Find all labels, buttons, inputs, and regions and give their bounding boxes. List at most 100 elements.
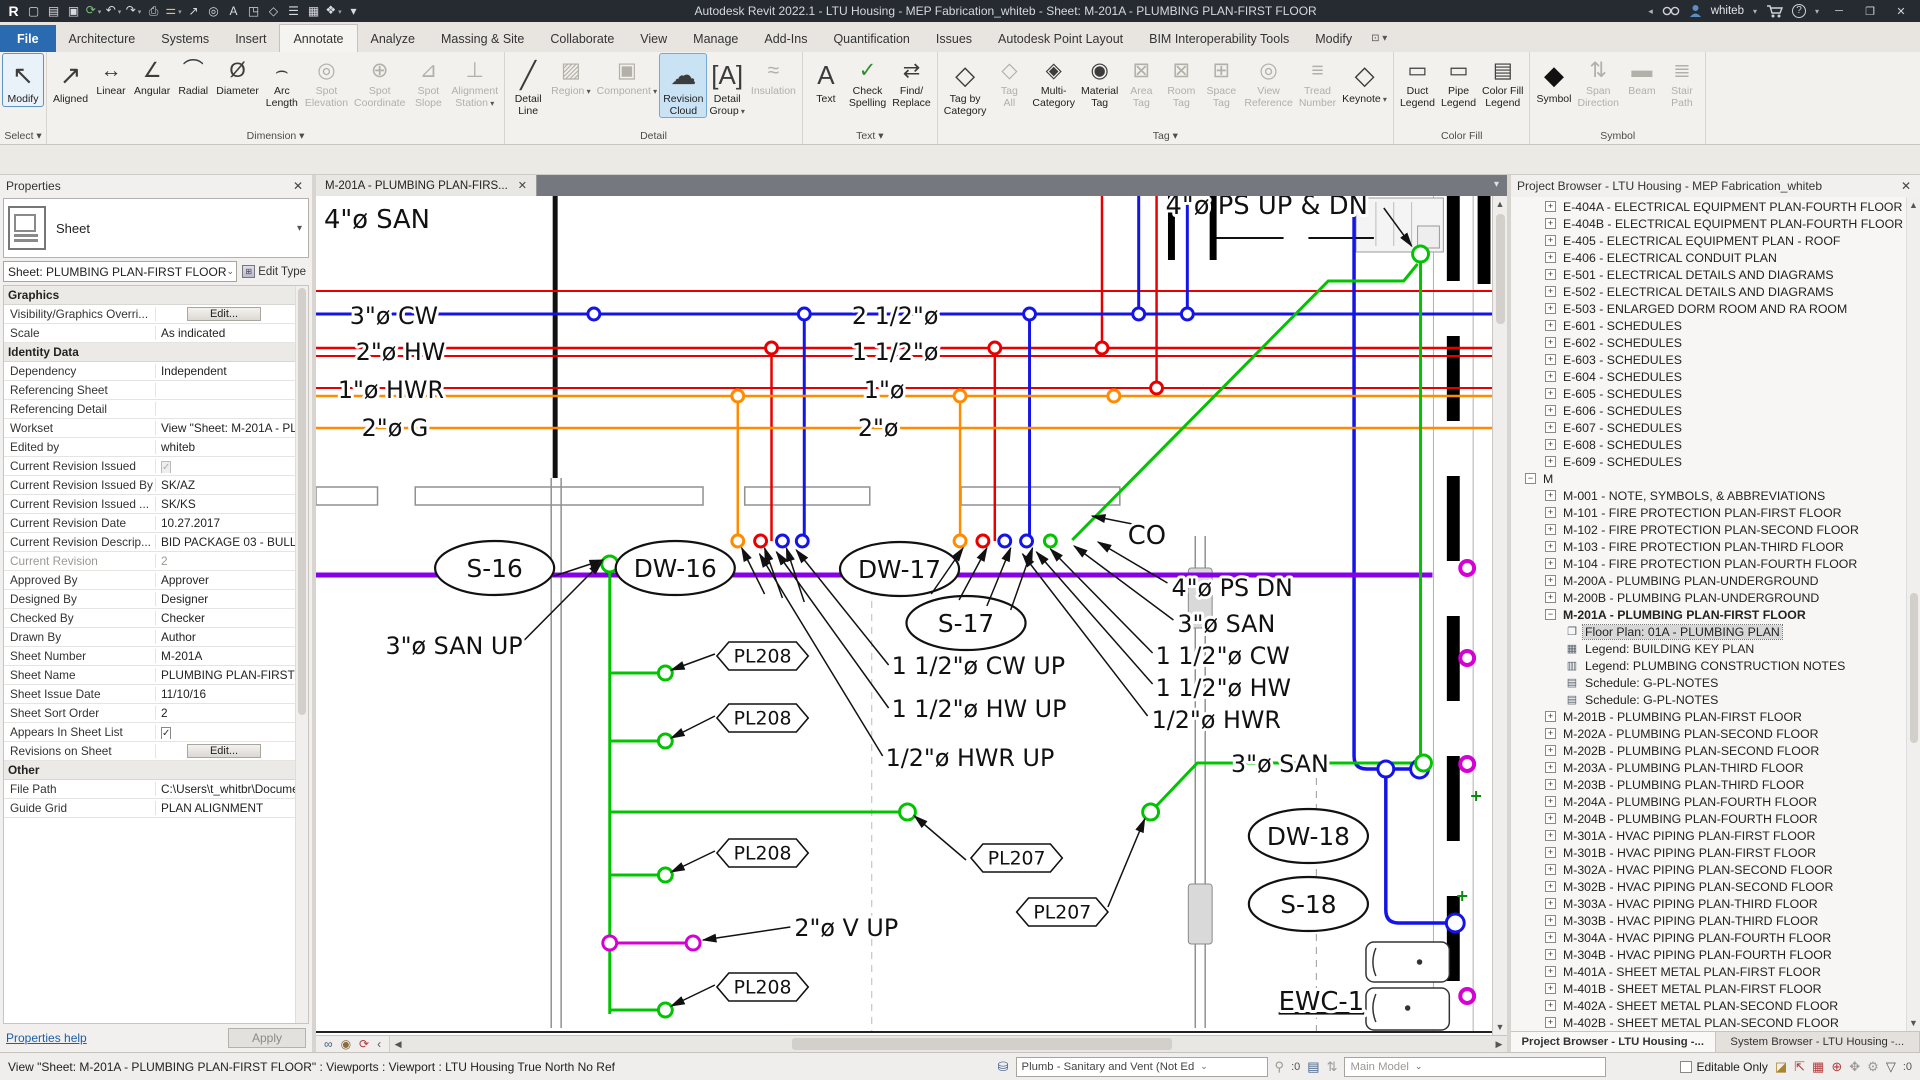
tab-view[interactable]: View <box>627 25 680 52</box>
open-icon[interactable]: ▤ <box>44 1 63 21</box>
ribbon-button-duct-legend[interactable]: ▭DuctLegend <box>1397 54 1438 109</box>
tree-item-e-405-electrical-equipment-p[interactable]: +E-405 - ELECTRICAL EQUIPMENT PLAN - ROO… <box>1511 232 1906 249</box>
select-pinned-icon[interactable]: ⊕ <box>1831 1057 1842 1077</box>
minimize-button[interactable]: ─ <box>1828 5 1850 17</box>
browser-tab-system[interactable]: System Browser - LTU Housing -... <box>1716 1032 1920 1052</box>
expand-icon[interactable]: + <box>1545 728 1556 739</box>
properties-close-icon[interactable]: ✕ <box>290 179 306 193</box>
expand-icon[interactable]: + <box>1545 541 1556 552</box>
tree-item-m-301b-hvac-piping-plan-firs[interactable]: +M-301B - HVAC PIPING PLAN-FIRST FLOOR <box>1511 844 1906 861</box>
panel-label-detail[interactable]: Detail <box>506 129 801 144</box>
tab-bim-interoperability-tools[interactable]: BIM Interoperability Tools <box>1136 25 1302 52</box>
tree-item-m[interactable]: −M <box>1511 470 1906 487</box>
expand-icon[interactable]: + <box>1545 1000 1556 1011</box>
app-store-cart-icon[interactable] <box>1766 4 1783 18</box>
modify-arrow-icon[interactable]: ↗ <box>184 1 203 21</box>
exclude-options-icon[interactable]: ◪ <box>1775 1057 1787 1077</box>
ribbon-button-color-fill-legend[interactable]: ▤Color FillLegend <box>1479 54 1526 109</box>
tree-item-m-401a-sheet-metal-plan-firs[interactable]: +M-401A - SHEET METAL PLAN-FIRST FLOOR <box>1511 963 1906 980</box>
pipe-label[interactable]: 1/2"ø HWR UP <box>886 744 1055 772</box>
editable-only-checkbox[interactable] <box>1680 1061 1692 1073</box>
print-icon[interactable]: ⎙ <box>144 1 163 21</box>
ribbon-button-tread-number[interactable]: ≡TreadNumber <box>1296 54 1339 109</box>
hex-tag-pl207[interactable]: PL207 <box>971 844 1062 872</box>
ribbon-button-keynote[interactable]: ◇Keynote ▾ <box>1339 54 1390 106</box>
tab-collaborate[interactable]: Collaborate <box>537 25 627 52</box>
tree-item-legend-plumbing-construction[interactable]: ▥Legend: PLUMBING CONSTRUCTION NOTES <box>1511 657 1906 674</box>
pipe-label[interactable]: 1 1/2"ø <box>852 338 939 366</box>
tree-item-m-204a-plumbing-plan-fourth[interactable]: +M-204A - PLUMBING PLAN-FOURTH FLOOR <box>1511 793 1906 810</box>
expand-icon[interactable]: + <box>1545 269 1556 280</box>
tree-item-e-603-schedules[interactable]: +E-603 - SCHEDULES <box>1511 351 1906 368</box>
thin-lines-icon[interactable]: ☰ <box>284 1 303 21</box>
pipe-label[interactable]: 1 1/2"ø CW UP <box>892 652 1066 680</box>
expand-icon[interactable]: + <box>1545 813 1556 824</box>
ribbon-button-spot-elevation[interactable]: ◎SpotElevation <box>302 54 351 109</box>
hex-tag-pl208[interactable]: PL208 <box>717 839 808 867</box>
text-icon[interactable]: A <box>224 1 243 21</box>
worksets-icon[interactable]: ⛁ <box>998 1057 1009 1077</box>
active-workset-select[interactable]: Plumb - Sanitary and Vent (Not Ed⌄ <box>1016 1057 1268 1077</box>
ribbon-button-arc-length[interactable]: ⌢ArcLength <box>262 54 302 109</box>
collapse-icon[interactable]: − <box>1545 609 1556 620</box>
design-options-icon[interactable]: ▤ <box>1307 1057 1319 1077</box>
apply-button[interactable]: Apply <box>228 1028 306 1048</box>
expand-icon[interactable]: + <box>1545 1017 1556 1028</box>
tree-item-m-102-fire-protection-plan-s[interactable]: +M-102 - FIRE PROTECTION PLAN-SECOND FLO… <box>1511 521 1906 538</box>
tree-item-m-401b-sheet-metal-plan-firs[interactable]: +M-401B - SHEET METAL PLAN-FIRST FLOOR <box>1511 980 1906 997</box>
edit-in-place-icon[interactable]: ⇱ <box>1794 1057 1805 1077</box>
expand-icon[interactable]: + <box>1545 490 1556 501</box>
ribbon-button-spot-slope[interactable]: ⊿SpotSlope <box>408 54 448 109</box>
scroll-down-icon[interactable]: ▼ <box>1496 1019 1505 1035</box>
project-browser-close-icon[interactable]: ✕ <box>1898 179 1914 193</box>
expand-icon[interactable]: + <box>1545 371 1556 382</box>
pipe-label[interactable]: 2"ø V UP <box>794 914 898 942</box>
oval-tag-dw-17[interactable]: DW-17 <box>840 542 959 596</box>
ribbon-button-pipe-legend[interactable]: ▭PipeLegend <box>1438 54 1479 109</box>
tree-item-m-203b-plumbing-plan-third-f[interactable]: +M-203B - PLUMBING PLAN-THIRD FLOOR <box>1511 776 1906 793</box>
undo-icon[interactable]: ↶ ▾ <box>104 0 123 23</box>
view-tab-m201a[interactable]: M-201A - PLUMBING PLAN-FIRS... ✕ <box>316 175 537 196</box>
expand-icon[interactable]: + <box>1545 592 1556 603</box>
tree-item-e-404b-electrical-equipment[interactable]: +E-404B - ELECTRICAL EQUIPMENT PLAN-FOUR… <box>1511 215 1906 232</box>
expand-icon[interactable]: + <box>1545 337 1556 348</box>
tree-item-e-502-electrical-details-and[interactable]: +E-502 - ELECTRICAL DETAILS AND DIAGRAMS <box>1511 283 1906 300</box>
reveal-hidden-elements-icon[interactable]: ∞ <box>324 1037 333 1052</box>
properties-help-link[interactable]: Properties help <box>6 1031 87 1045</box>
ribbon-button-alignment-station[interactable]: ⊥AlignmentStation ▾ <box>448 54 501 109</box>
tree-item-m-402a-sheet-metal-plan-seco[interactable]: +M-402A - SHEET METAL PLAN-SECOND FLOOR <box>1511 997 1906 1014</box>
ribbon-button-detail-group[interactable]: [A]DetailGroup ▾ <box>706 54 747 117</box>
pipe-label[interactable]: CO <box>1128 521 1166 551</box>
tree-item-e-607-schedules[interactable]: +E-607 - SCHEDULES <box>1511 419 1906 436</box>
tab-systems[interactable]: Systems <box>148 25 222 52</box>
expand-icon[interactable]: + <box>1545 898 1556 909</box>
ribbon-button-tag-by-category[interactable]: ◇Tag byCategory <box>941 54 990 117</box>
ribbon-button-room-tag[interactable]: ⊠RoomTag <box>1161 54 1201 109</box>
expand-icon[interactable]: + <box>1545 354 1556 365</box>
locate-icon[interactable]: ◎ <box>204 1 223 21</box>
tab-architecture[interactable]: Architecture <box>56 25 149 52</box>
expand-icon[interactable]: + <box>1545 796 1556 807</box>
properties-scrollbar[interactable] <box>295 286 308 1023</box>
pipe-label[interactable]: 3"ø SAN <box>1177 610 1275 638</box>
panel-label-dimension[interactable]: Dimension ▾ <box>48 129 503 144</box>
tree-item-m-402b-sheet-metal-plan-seco[interactable]: +M-402B - SHEET METAL PLAN-SECOND FLOOR <box>1511 1014 1906 1031</box>
ribbon-button-beam[interactable]: ▬Beam <box>1622 54 1662 98</box>
expand-icon[interactable]: + <box>1545 966 1556 977</box>
redo-icon[interactable]: ↷ ▾ <box>124 0 143 23</box>
ribbon-button-angular[interactable]: ∠Angular <box>131 54 173 98</box>
property-edit-button[interactable]: Edit... <box>187 307 261 321</box>
close-hidden-icon[interactable]: ▦ <box>304 1 323 21</box>
tree-item-e-609-schedules[interactable]: +E-609 - SCHEDULES <box>1511 453 1906 470</box>
section-icon[interactable]: ◇ <box>264 1 283 21</box>
close-button[interactable]: ✕ <box>1890 5 1912 18</box>
pipe-label[interactable]: 1 1/2"ø HW <box>1156 674 1292 702</box>
restore-button[interactable]: ❐ <box>1859 5 1881 18</box>
browser-scroll-thumb[interactable] <box>1910 593 1918 743</box>
active-design-option-select[interactable]: Main Model⌄ <box>1344 1057 1606 1077</box>
ribbon-button-component[interactable]: ▣Component ▾ <box>594 54 661 98</box>
expand-icon[interactable]: + <box>1545 405 1556 416</box>
tree-item-e-601-schedules[interactable]: +E-601 - SCHEDULES <box>1511 317 1906 334</box>
expand-icon[interactable]: + <box>1545 711 1556 722</box>
expand-icon[interactable]: + <box>1545 303 1556 314</box>
